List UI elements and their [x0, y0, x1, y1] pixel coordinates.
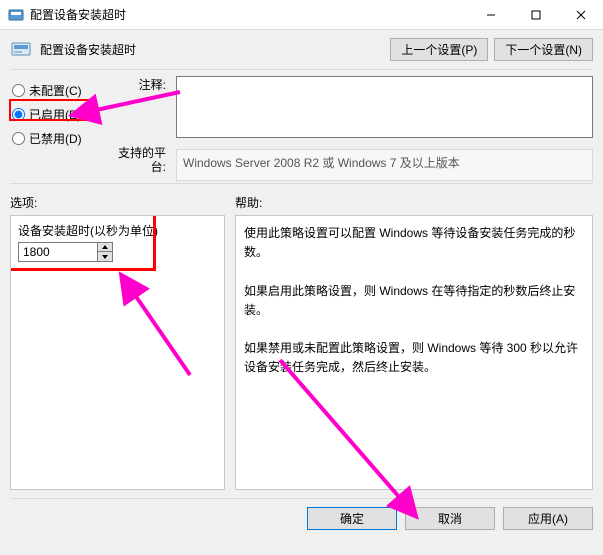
spinner-up-button[interactable] [98, 243, 112, 252]
comment-label: 注释: [106, 78, 166, 146]
options-title: 选项: [10, 194, 225, 211]
help-text-1: 使用此策略设置可以配置 Windows 等待设备安装任务完成的秒数。 [244, 224, 584, 262]
help-text-3: 如果禁用或未配置此策略设置，则 Windows 等待 300 秒以允许设备安装任… [244, 339, 584, 377]
timeout-label: 设备安装超时(以秒为单位) [18, 222, 158, 241]
timeout-input[interactable] [18, 242, 98, 262]
supported-label: 支持的平台: [106, 146, 166, 174]
options-column: 选项: 设备安装超时(以秒为单位) [10, 194, 225, 490]
config-row: 未配置(C) 已启用(E) 已禁用(D) 注释: 支持的平台: Windows … [0, 74, 603, 181]
client-area: 配置设备安装超时 上一个设置(P) 下一个设置(N) 未配置(C) 已启用(E)… [0, 30, 603, 555]
next-setting-button[interactable]: 下一个设置(N) [494, 38, 593, 61]
radio-not-configured[interactable]: 未配置(C) [10, 78, 96, 102]
timeout-spinner [18, 242, 113, 262]
separator-2 [10, 183, 593, 184]
minimize-button[interactable] [468, 0, 513, 30]
maximize-button[interactable] [513, 0, 558, 30]
title-bar: 配置设备安装超时 [0, 0, 603, 30]
header-row: 配置设备安装超时 上一个设置(P) 下一个设置(N) [0, 30, 603, 67]
radio-disabled-input[interactable] [12, 132, 25, 145]
spinner-down-button[interactable] [98, 252, 112, 261]
separator [10, 69, 593, 70]
help-title: 帮助: [235, 194, 593, 211]
previous-setting-button[interactable]: 上一个设置(P) [390, 38, 488, 61]
apply-button[interactable]: 应用(A) [503, 507, 593, 530]
help-column: 帮助: 使用此策略设置可以配置 Windows 等待设备安装任务完成的秒数。 如… [235, 194, 593, 490]
radio-disabled-label: 已禁用(D) [29, 130, 82, 147]
radio-not-configured-input[interactable] [12, 84, 25, 97]
page-title: 配置设备安装超时 [40, 41, 390, 58]
comment-textarea[interactable] [176, 76, 593, 138]
supported-platforms: Windows Server 2008 R2 或 Windows 7 及以上版本 [176, 149, 593, 181]
radio-enabled-input[interactable] [12, 108, 25, 121]
radio-not-configured-label: 未配置(C) [29, 82, 82, 99]
options-panel: 设备安装超时(以秒为单位) [10, 215, 225, 490]
app-icon [8, 7, 24, 23]
cancel-button[interactable]: 取消 [405, 507, 495, 530]
radio-enabled-label: 已启用(E) [29, 106, 81, 123]
close-button[interactable] [558, 0, 603, 30]
window-controls [468, 0, 603, 29]
ok-button[interactable]: 确定 [307, 507, 397, 530]
radio-enabled[interactable]: 已启用(E) [10, 102, 96, 126]
policy-icon [10, 39, 32, 61]
state-radio-group: 未配置(C) 已启用(E) 已禁用(D) [10, 74, 96, 181]
help-panel: 使用此策略设置可以配置 Windows 等待设备安装任务完成的秒数。 如果启用此… [235, 215, 593, 490]
field-labels: 注释: 支持的平台: [106, 74, 166, 181]
spinner-buttons [98, 242, 113, 262]
lower-row: 选项: 设备安装超时(以秒为单位) 帮 [0, 194, 603, 490]
field-values: Windows Server 2008 R2 或 Windows 7 及以上版本 [176, 74, 593, 181]
radio-disabled[interactable]: 已禁用(D) [10, 126, 96, 150]
dialog-buttons: 确定 取消 应用(A) [0, 499, 603, 538]
help-text-2: 如果启用此策略设置，则 Windows 在等待指定的秒数后终止安装。 [244, 282, 584, 320]
window-title: 配置设备安装超时 [30, 6, 468, 23]
